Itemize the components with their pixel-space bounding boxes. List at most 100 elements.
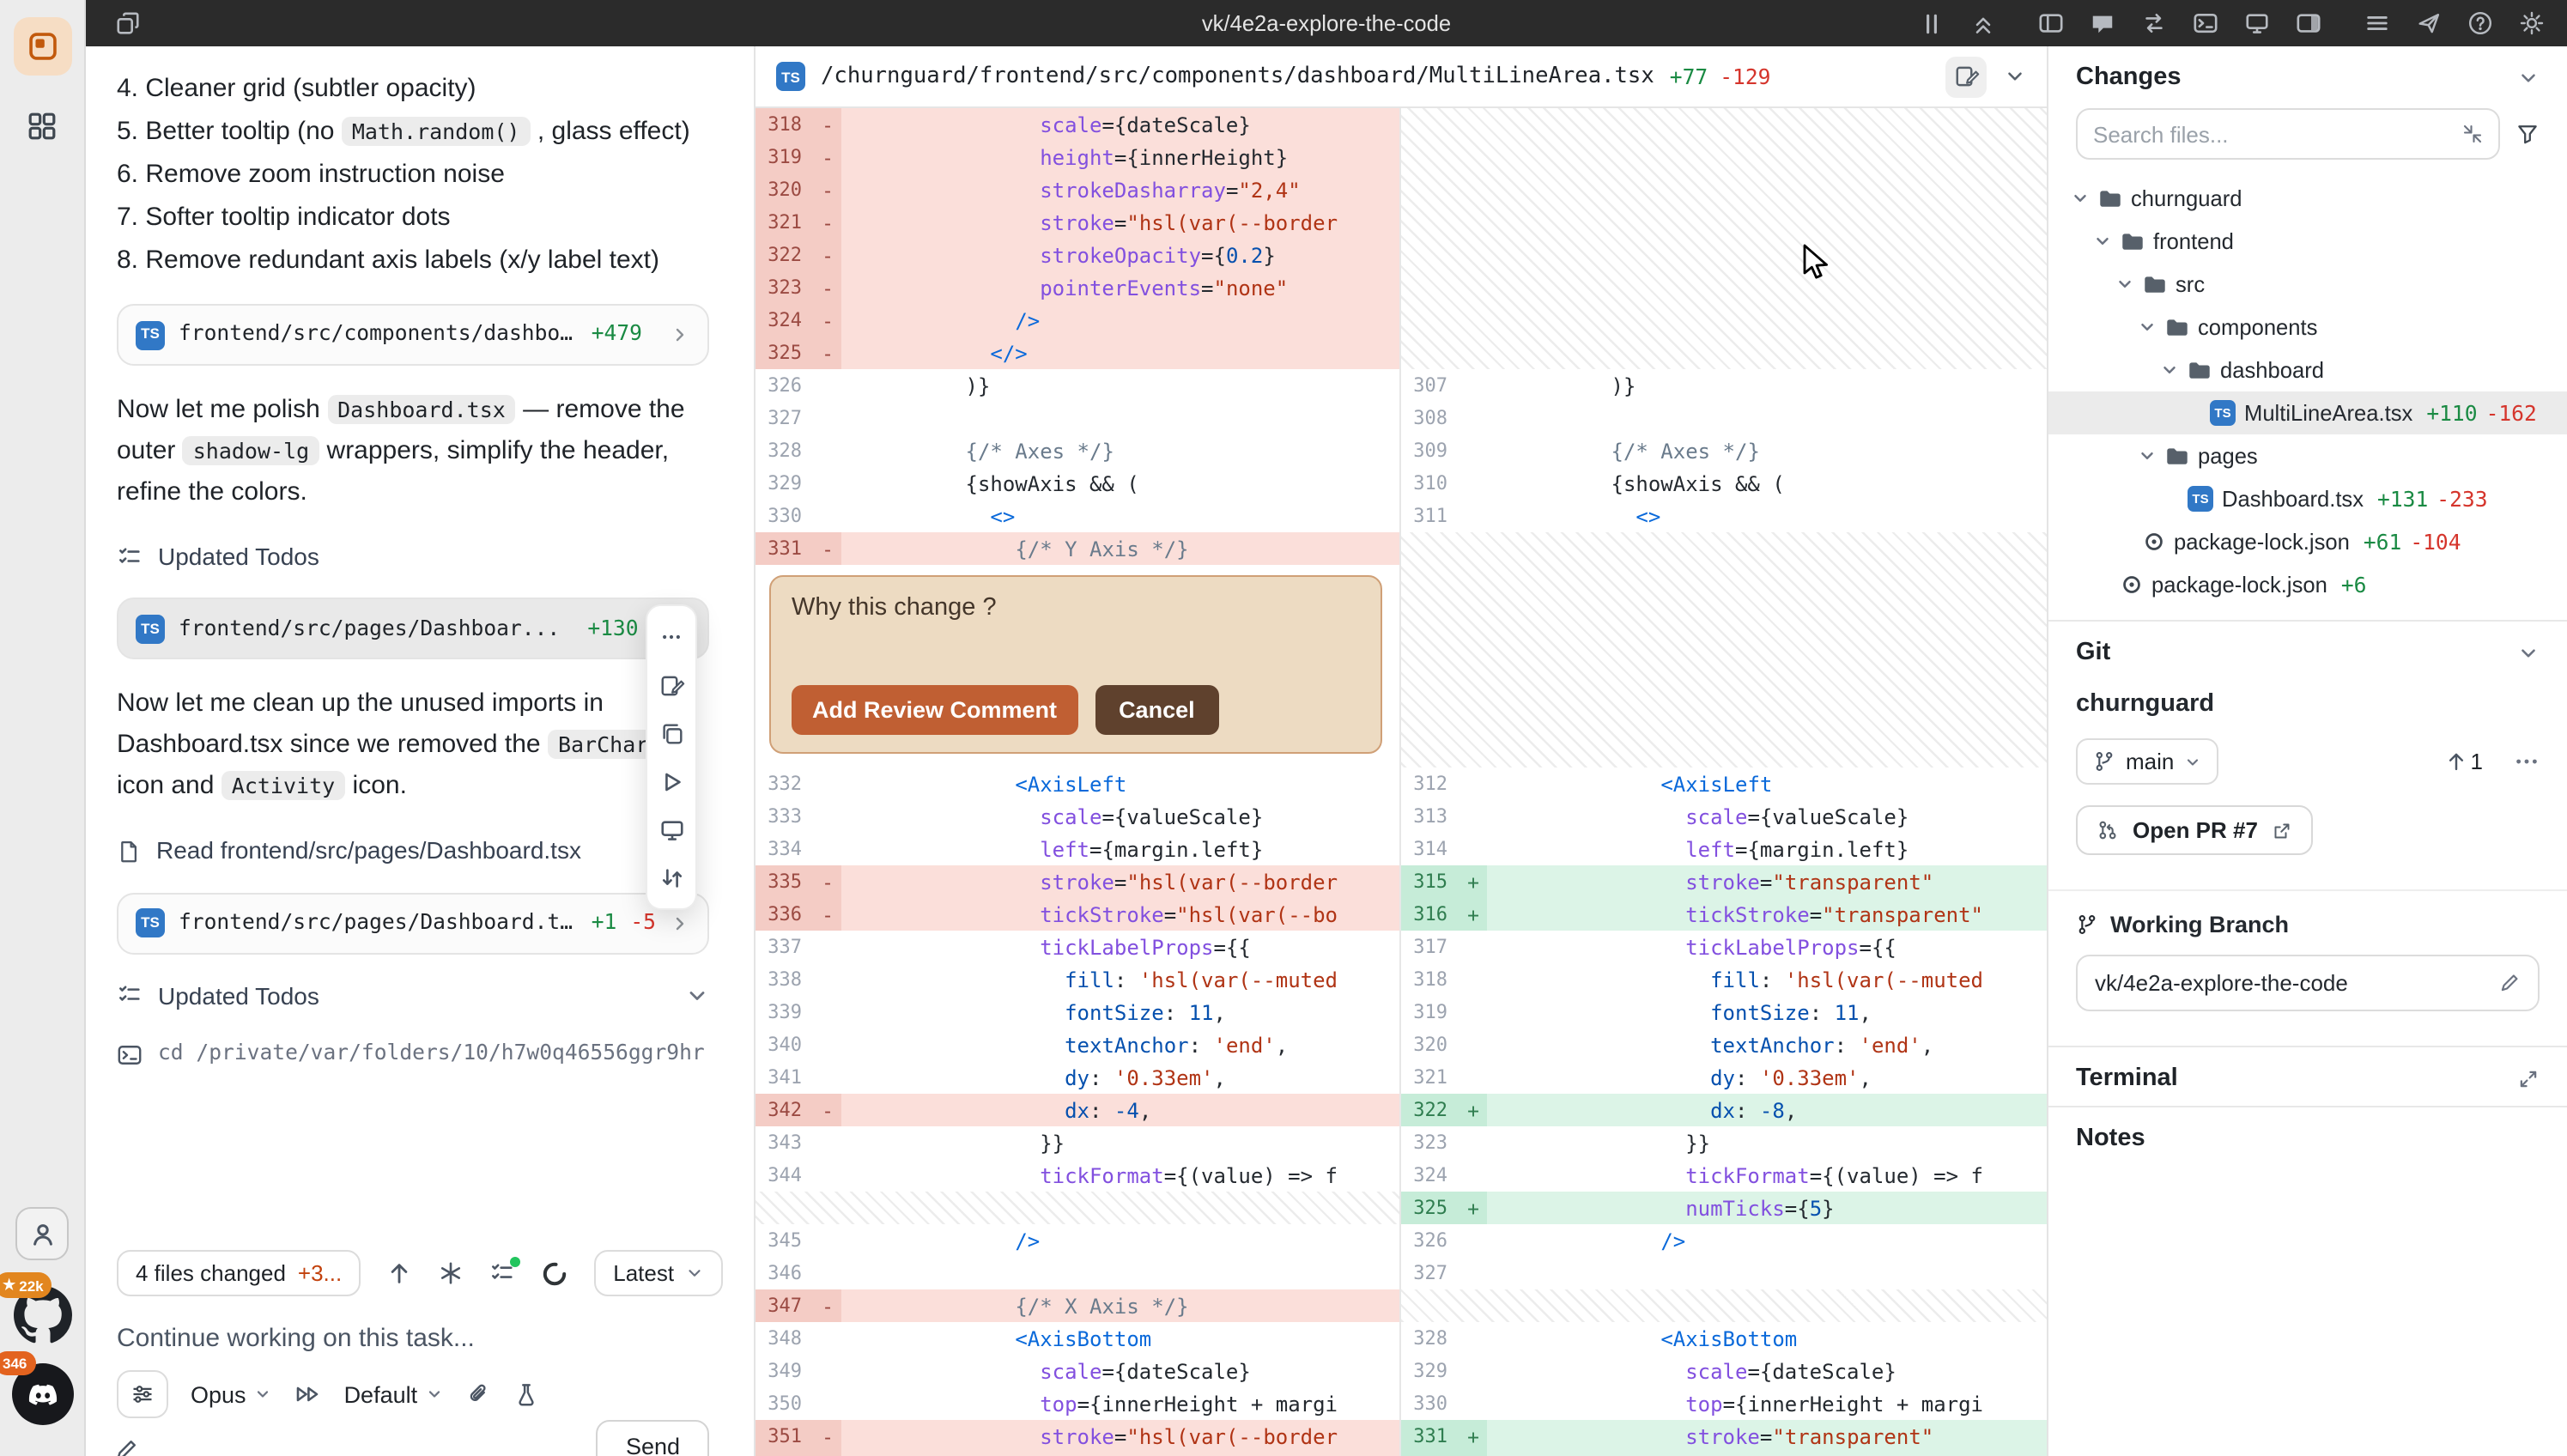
preview-button[interactable] xyxy=(651,809,692,850)
compare-button[interactable] xyxy=(651,857,692,898)
more-button[interactable] xyxy=(651,616,692,658)
diff-row[interactable]: 325+ numTicks={5} xyxy=(756,1192,2047,1224)
fast-forward-button[interactable] xyxy=(294,1380,322,1408)
working-branch-field[interactable]: vk/4e2a-explore-the-code xyxy=(2076,955,2540,1011)
diff-row[interactable]: 338 fill: 'hsl(var(--muted318 fill: 'hsl… xyxy=(756,963,2047,996)
terminal-panel-button[interactable] xyxy=(2191,9,2220,38)
menu-button[interactable] xyxy=(2363,9,2392,38)
diff-row[interactable]: 348 <AxisBottom328 <AxisBottom xyxy=(756,1322,2047,1355)
diff-row[interactable]: 325- </> xyxy=(756,337,2047,369)
diff-row[interactable]: 335- stroke="hsl(var(--border315+ stroke… xyxy=(756,865,2047,898)
diff-row[interactable]: 337 tickLabelProps={{317 tickLabelProps=… xyxy=(756,931,2047,963)
panel-left-button[interactable] xyxy=(2036,9,2066,38)
diff-row[interactable]: 318- scale={dateScale} xyxy=(756,108,2047,141)
monitor-button[interactable] xyxy=(2242,9,2272,38)
tree-item[interactable]: TS Dashboard.tsx +131 -233 xyxy=(2048,477,2567,520)
diff-row[interactable]: 320- strokeDasharray="2,4" xyxy=(756,173,2047,206)
terminal-section-header[interactable]: Terminal xyxy=(2048,1047,2567,1106)
diff-row[interactable]: 342- dx: -4,322+ dx: -8, xyxy=(756,1094,2047,1126)
diff-comment-row[interactable]: Why this change ? Add Review Comment Can… xyxy=(756,565,2047,767)
diff-row[interactable]: 340 textAnchor: 'end',320 textAnchor: 'e… xyxy=(756,1028,2047,1061)
diff-row[interactable]: 332 <AxisLeft312 <AxisLeft xyxy=(756,767,2047,800)
comment-input[interactable]: Why this change ? xyxy=(792,594,1360,622)
workspace-button[interactable] xyxy=(13,17,71,76)
diff-row[interactable]: 347- {/* X Axis */} xyxy=(756,1289,2047,1322)
git-section-header[interactable]: Git xyxy=(2048,622,2567,680)
diff-row[interactable]: 341 dy: '0.33em',321 dy: '0.33em', xyxy=(756,1061,2047,1094)
diff-row[interactable]: 339 fontSize: 11,319 fontSize: 11, xyxy=(756,996,2047,1028)
message-input[interactable]: Continue working on this task... xyxy=(117,1303,709,1370)
model-dropdown[interactable]: Opus xyxy=(191,1381,272,1407)
mode-dropdown[interactable]: Default xyxy=(344,1381,444,1407)
git-more-button[interactable] xyxy=(2514,749,2540,774)
filter-icon[interactable] xyxy=(2515,122,2540,146)
diff-row[interactable]: 334 left={margin.left}314 left={margin.l… xyxy=(756,833,2047,865)
chevron-down-icon[interactable] xyxy=(685,984,709,1008)
pause-button[interactable] xyxy=(1916,9,1945,38)
experiments-button[interactable] xyxy=(513,1381,539,1407)
branch-dropdown[interactable]: main xyxy=(2076,738,2218,785)
diff-row[interactable]: 350 top={innerHeight + margi330 top={inn… xyxy=(756,1387,2047,1420)
settings-button[interactable] xyxy=(2517,9,2546,38)
annotate-button[interactable] xyxy=(1945,56,1987,97)
todo-row[interactable]: Updated Todos xyxy=(117,537,709,576)
file-chip[interactable]: TS frontend/src/pages/Dashboard.tsx +1 -… xyxy=(117,893,709,955)
diff-row[interactable]: 327308 xyxy=(756,402,2047,434)
diff-row[interactable]: 321- stroke="hsl(var(--border xyxy=(756,206,2047,239)
file-chip[interactable]: TS frontend/src/components/dashboa... +4… xyxy=(117,304,709,366)
github-link[interactable]: ★22k xyxy=(11,1284,73,1346)
diff-row[interactable]: 344 tickFormat={(value) => f324 tickForm… xyxy=(756,1159,2047,1192)
tree-item[interactable]: package-lock.json +6 xyxy=(2048,563,2567,606)
tree-item[interactable]: churnguard xyxy=(2048,177,2567,220)
share-button[interactable] xyxy=(2414,9,2443,38)
diff-row[interactable]: 319- height={innerHeight} xyxy=(756,141,2047,173)
diff-row[interactable]: 323- pointerEvents="none" xyxy=(756,271,2047,304)
settings-chip-button[interactable] xyxy=(117,1370,168,1418)
run-button[interactable] xyxy=(651,761,692,802)
annotate-button[interactable] xyxy=(651,664,692,706)
discord-link[interactable]: 346 xyxy=(11,1363,73,1425)
diff-row[interactable]: 333 scale={valueScale}313 scale={valueSc… xyxy=(756,800,2047,833)
tree-item[interactable]: pages xyxy=(2048,434,2567,477)
diff-row[interactable]: 322- strokeOpacity={0.2} xyxy=(756,239,2047,271)
expand-icon[interactable] xyxy=(2517,1067,2540,1089)
collapse-button[interactable] xyxy=(1968,9,1997,38)
tree-item[interactable]: components xyxy=(2048,306,2567,349)
cancel-button[interactable]: Cancel xyxy=(1095,685,1219,735)
tree-item[interactable]: TS MultiLineArea.tsx +110 -162 xyxy=(2048,391,2567,434)
diff-row[interactable]: 326 )}307 )} xyxy=(756,369,2047,402)
git-swap-button[interactable] xyxy=(2139,9,2169,38)
chat-button[interactable] xyxy=(2088,9,2117,38)
diff-row[interactable]: 324- /> xyxy=(756,304,2047,337)
tree-item[interactable]: frontend xyxy=(2048,220,2567,263)
diff-row[interactable]: 346327 xyxy=(756,1257,2047,1289)
help-button[interactable] xyxy=(2466,9,2495,38)
attach-button[interactable] xyxy=(465,1381,491,1407)
read-file-row[interactable]: Read frontend/src/pages/Dashboard.tsx xyxy=(117,832,709,871)
todos-button[interactable] xyxy=(489,1260,515,1286)
panel-right-button[interactable] xyxy=(2294,9,2323,38)
account-button[interactable] xyxy=(15,1207,69,1260)
add-review-comment-button[interactable]: Add Review Comment xyxy=(792,685,1077,735)
copy-button[interactable] xyxy=(651,713,692,754)
diff-row[interactable]: 336- tickStroke="hsl(var(--bo316+ tickSt… xyxy=(756,898,2047,931)
version-dropdown[interactable]: Latest xyxy=(594,1250,722,1296)
tree-item[interactable]: dashboard xyxy=(2048,349,2567,391)
auto-mode-button[interactable] xyxy=(438,1260,464,1286)
terminal-command-row[interactable]: cd /private/var/folders/10/h7w0q46556ggr… xyxy=(117,1037,709,1071)
diff-row[interactable]: 343 }}323 }} xyxy=(756,1126,2047,1159)
diff-row[interactable]: 330 <>311 <> xyxy=(756,500,2047,532)
file-chip[interactable]: TS frontend/src/pages/Dashboar... +130 -… xyxy=(117,598,709,660)
diff-row[interactable]: 328 {/* Axes */}309 {/* Axes */} xyxy=(756,434,2047,467)
scroll-top-button[interactable] xyxy=(386,1260,412,1286)
notes-section-header[interactable]: Notes xyxy=(2048,1107,2567,1166)
pen-icon[interactable] xyxy=(113,1437,139,1456)
edit-icon[interactable] xyxy=(2498,972,2521,994)
diff-row[interactable]: 351- stroke="hsl(var(--border331+ stroke… xyxy=(756,1420,2047,1453)
bring-forward-button[interactable] xyxy=(113,9,143,38)
diff-row[interactable]: 331- {/* Y Axis */} xyxy=(756,532,2047,565)
files-changed-chip[interactable]: 4 files changed +3... xyxy=(117,1250,361,1296)
diff-row[interactable]: 352- tickStroke="hsl(var(--bo332+ tickSt… xyxy=(756,1453,2047,1456)
search-input[interactable] xyxy=(2093,121,2452,147)
grid-view-button[interactable] xyxy=(13,96,71,155)
